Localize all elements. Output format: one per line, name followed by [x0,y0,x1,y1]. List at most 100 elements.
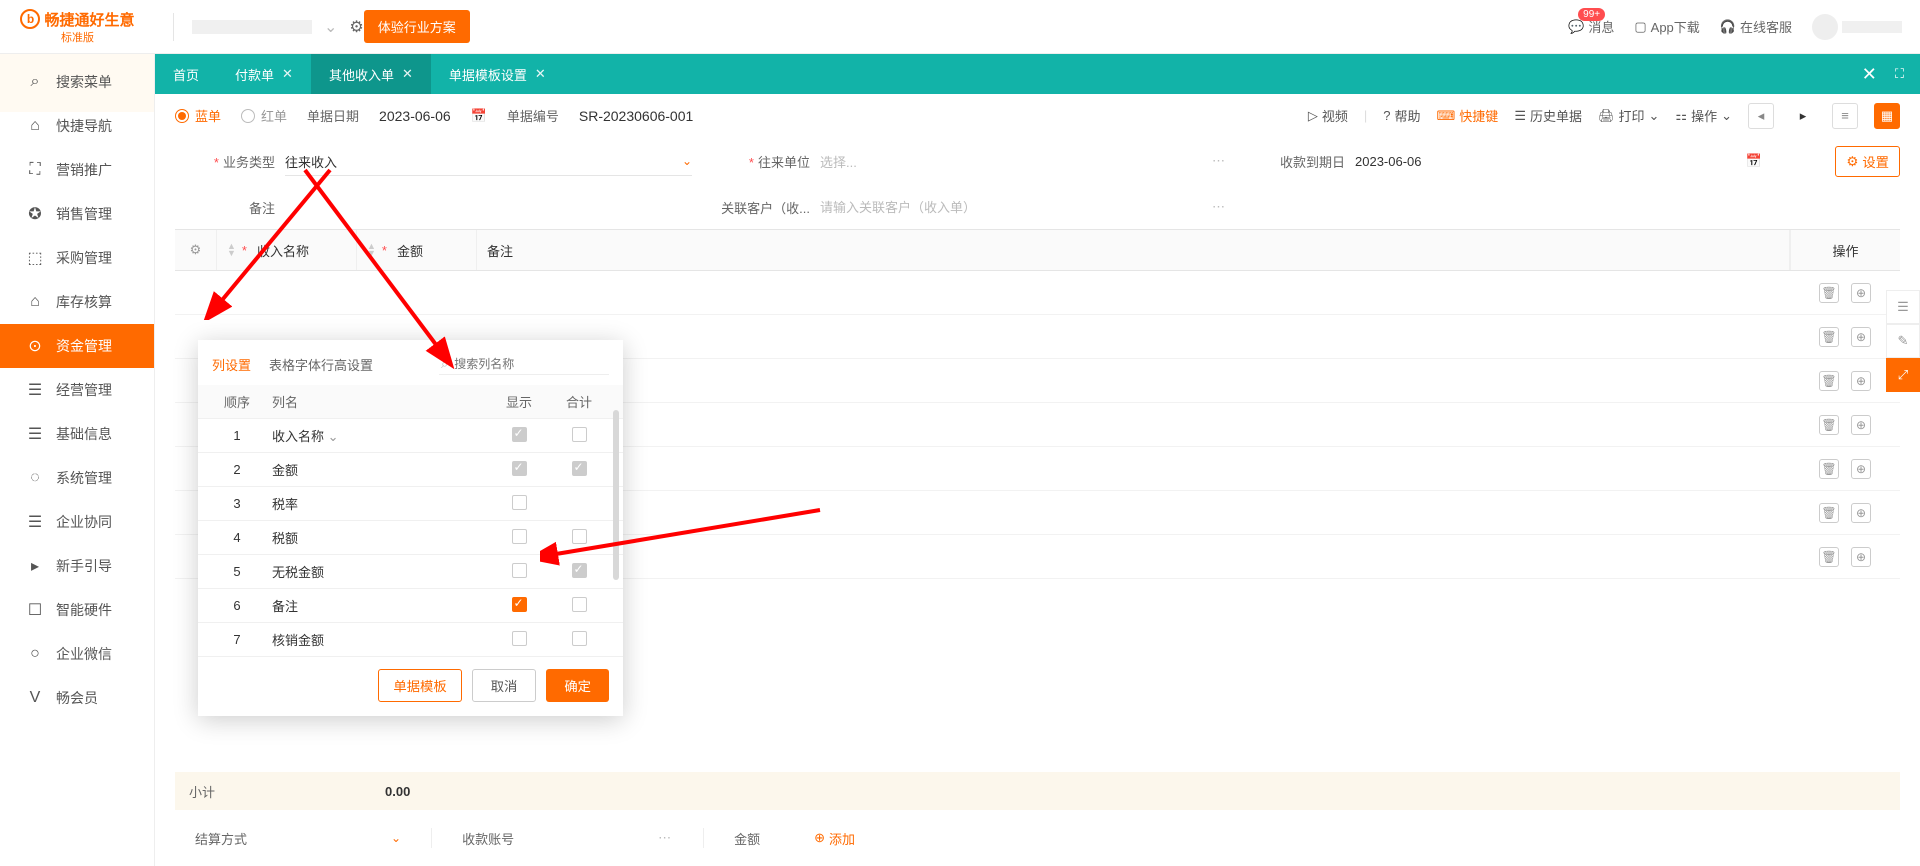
confirm-button[interactable]: 确定 [546,669,609,702]
float-expand-icon[interactable]: ⤢ [1886,358,1920,392]
sidebar-item[interactable]: ○企业微信 [0,632,154,676]
table-row[interactable]: 🗑⊕ [175,271,1900,315]
col-remark[interactable]: 备注 [487,241,513,260]
copy-row-icon[interactable]: ⊕ [1851,503,1871,523]
sidebar-item[interactable]: ⌂快捷导航 [0,104,154,148]
gear-icon[interactable]: ⚙ [190,242,202,258]
tab[interactable]: 首页 [155,54,217,94]
help-link[interactable]: ? 帮助 [1383,106,1420,125]
column-settings-tab[interactable]: 列设置 [212,355,251,374]
sidebar-item[interactable]: ⛶营销推广 [0,148,154,192]
gear-icon[interactable]: ⚙ [349,17,363,37]
delete-row-icon[interactable]: 🗑 [1819,283,1839,303]
fullscreen-icon[interactable]: ⛶ [1895,66,1904,82]
sidebar-item[interactable]: ⌕搜索菜单 [0,60,154,104]
tab[interactable]: 其他收入单✕ [311,54,431,94]
next-page-button[interactable]: ▸ [1790,103,1816,129]
sidebar-item[interactable]: ◌系统管理 [0,456,154,500]
checkbox[interactable] [572,461,587,476]
sidebar-item[interactable]: ⬚采购管理 [0,236,154,280]
tab-close-icon[interactable]: ✕ [402,66,413,82]
cancel-button[interactable]: 取消 [472,669,537,702]
checkbox[interactable] [512,461,527,476]
sidebar-item[interactable]: ☰基础信息 [0,412,154,456]
bill-template-button[interactable]: 单据模板 [378,669,461,702]
messages-link[interactable]: 💬 消息 99+ [1568,17,1614,36]
delete-row-icon[interactable]: 🗑 [1819,459,1839,479]
sidebar-item[interactable]: ☰经营管理 [0,368,154,412]
checkbox[interactable] [512,427,527,442]
copy-row-icon[interactable]: ⊕ [1851,327,1871,347]
tab-close-icon[interactable]: ✕ [282,66,293,82]
related-customer-field[interactable]: 关联客户（收... 请输入关联客户（收入单）⋯ [710,193,1227,221]
list-view-button[interactable]: ≡ [1832,103,1858,129]
font-rowheight-tab[interactable]: 表格字体行高设置 [269,355,373,374]
checkbox[interactable] [512,563,527,578]
mobile-icon: ▢ [1634,19,1646,35]
checkbox[interactable] [512,529,527,544]
sidebar-item[interactable]: ⊙资金管理 [0,324,154,368]
chevron-down-icon[interactable]: ⌄ [391,831,401,845]
float-note-icon[interactable]: ☰ [1886,290,1920,324]
checkbox[interactable] [512,495,527,510]
checkbox[interactable] [572,563,587,578]
delete-row-icon[interactable]: 🗑 [1819,547,1839,567]
checkbox[interactable] [572,529,587,544]
operate-dropdown[interactable]: ⚏ 操作 ⌄ [1675,106,1732,125]
blue-bill-radio[interactable]: 蓝单 [175,106,221,125]
delete-row-icon[interactable]: 🗑 [1819,371,1839,391]
checkbox[interactable] [512,631,527,646]
grid-view-button[interactable]: ▦ [1874,103,1900,129]
column-search[interactable]: ⌕ [439,354,609,375]
try-industry-button[interactable]: 体验行业方案 [364,10,470,43]
delete-row-icon[interactable]: 🗑 [1819,503,1839,523]
delete-row-icon[interactable]: 🗑 [1819,327,1839,347]
more-icon[interactable]: ⋯ [1212,199,1227,215]
sidebar-item[interactable]: ✪销售管理 [0,192,154,236]
checkbox[interactable] [572,631,587,646]
tab[interactable]: 单据模板设置✕ [431,54,564,94]
remark-field[interactable]: 备注 [175,198,692,217]
user-account[interactable] [1812,14,1902,40]
add-payment-button[interactable]: ⊕ 添加 [814,829,855,848]
video-link[interactable]: ▷ 视频 [1308,106,1348,125]
business-type-field[interactable]: *业务类型 往来收入⌄ [175,148,692,176]
history-link[interactable]: ☰ 历史单据 [1514,106,1582,125]
contact-unit-field[interactable]: *往来单位 选择...⋯ [710,148,1227,176]
sidebar-item[interactable]: ☐智能硬件 [0,588,154,632]
prev-page-button[interactable]: ◂ [1748,103,1774,129]
sidebar-item[interactable]: ☰企业协同 [0,500,154,544]
tab[interactable]: 付款单✕ [217,54,311,94]
copy-row-icon[interactable]: ⊕ [1851,415,1871,435]
float-edit-icon[interactable]: ✎ [1886,324,1920,358]
copy-row-icon[interactable]: ⊕ [1851,283,1871,303]
red-bill-radio[interactable]: 红单 [241,106,287,125]
checkbox[interactable] [512,597,527,612]
tenant-dropdown[interactable]: ⌄ ⚙ [192,17,364,37]
more-icon[interactable]: ⋯ [658,830,673,846]
sidebar-item[interactable]: ▸新手引导 [0,544,154,588]
calendar-icon[interactable]: 📅 [471,108,487,124]
app-download-link[interactable]: ▢ App下载 [1634,17,1699,36]
close-icon[interactable]: ✕ [1862,64,1877,85]
delete-row-icon[interactable]: 🗑 [1819,415,1839,435]
copy-row-icon[interactable]: ⊕ [1851,459,1871,479]
col-amount[interactable]: 金额 [397,241,423,260]
print-dropdown[interactable]: 🖨 打印 ⌄ [1598,106,1659,125]
checkbox[interactable] [572,427,587,442]
support-link[interactable]: 🎧 在线客服 [1720,17,1792,36]
tab-close-icon[interactable]: ✕ [535,66,546,82]
calendar-icon[interactable]: 📅 [1746,153,1762,169]
sidebar-item[interactable]: ⌂库存核算 [0,280,154,324]
popup-scrollbar[interactable] [613,410,619,580]
checkbox[interactable] [572,597,587,612]
settings-button[interactable]: ⚙ 设置 [1835,146,1900,177]
copy-row-icon[interactable]: ⊕ [1851,371,1871,391]
due-date-field[interactable]: 收款到期日 2023-06-06📅 [1245,149,1762,174]
column-search-input[interactable] [454,357,607,371]
more-icon[interactable]: ⋯ [1212,153,1227,169]
col-income[interactable]: 收入名称 [257,241,309,260]
sidebar-item[interactable]: V畅会员 [0,676,154,720]
copy-row-icon[interactable]: ⊕ [1851,547,1871,567]
hotkey-link[interactable]: ⌨ 快捷键 [1437,106,1499,125]
